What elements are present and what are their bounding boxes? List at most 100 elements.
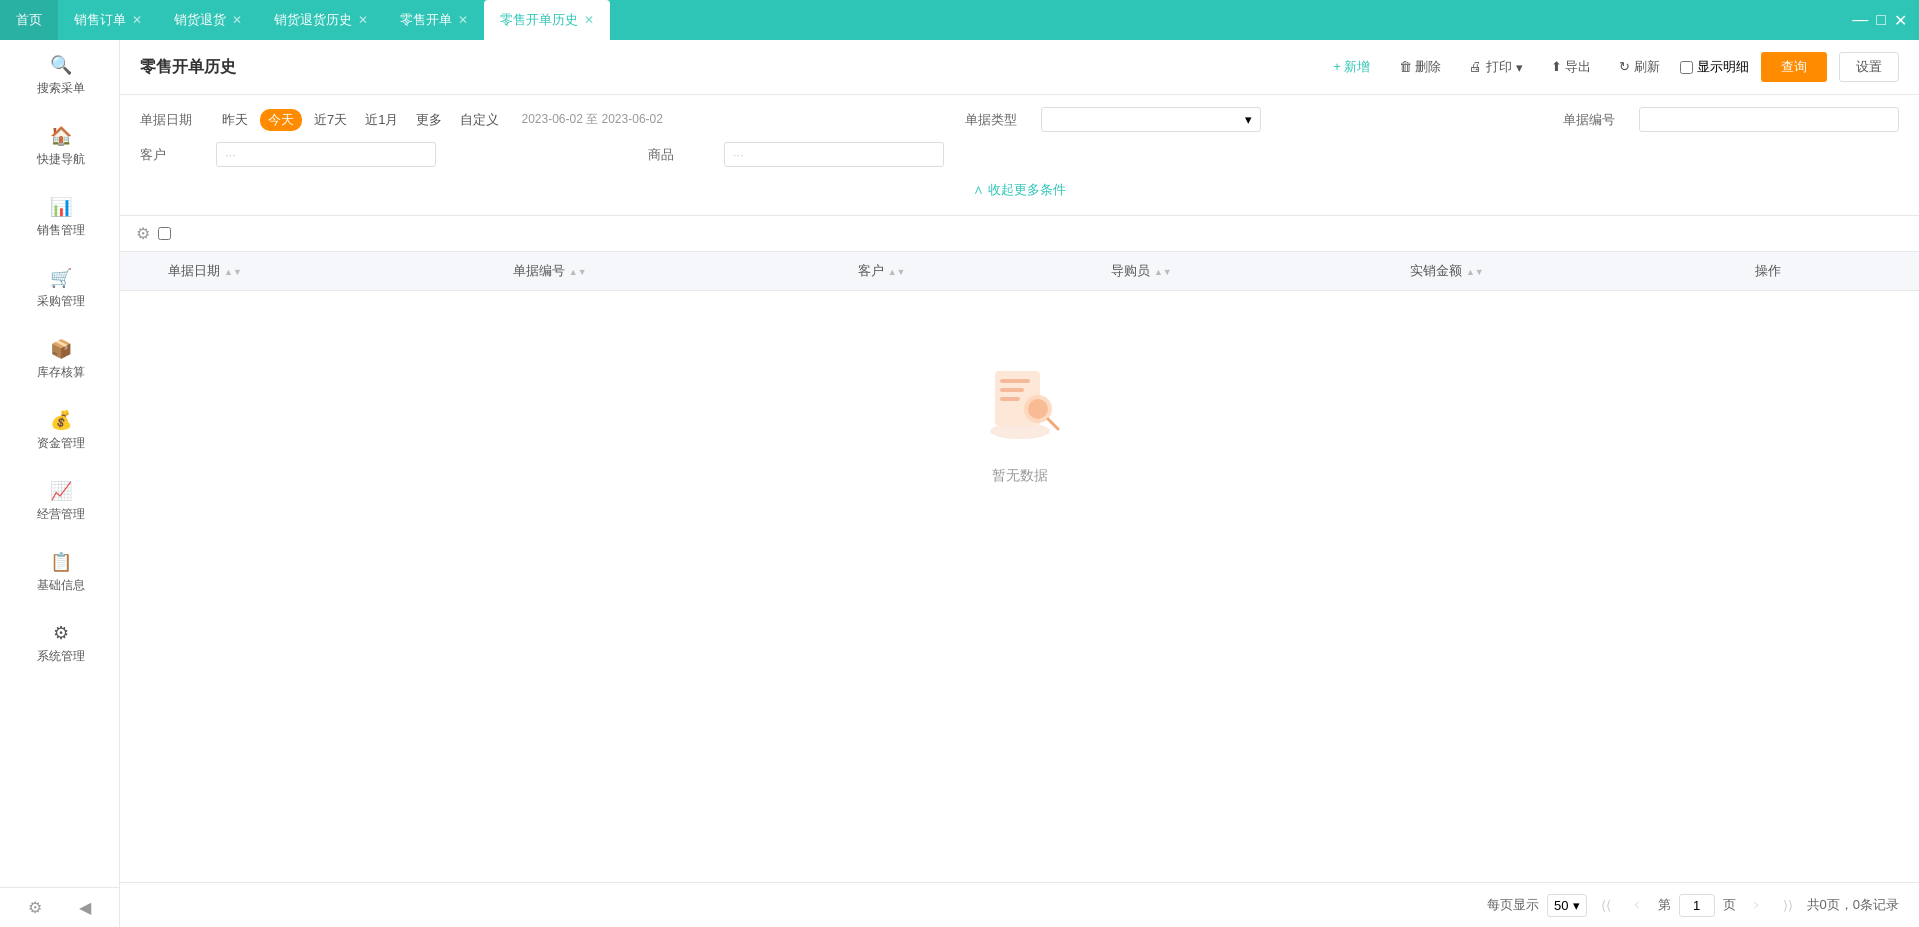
nav-tab-销货退货[interactable]: 销货退货 ✕ — [158, 0, 258, 40]
table-toolbar: ⚙ — [120, 216, 1919, 252]
pagination: 每页显示 50 ▾ ⟨⟨ ﹤ 第 1 页 ﹥ ⟩⟩ 共0页，0条记录 — [120, 882, 1919, 927]
date-label: 单据日期 — [140, 111, 200, 129]
collapse-btn[interactable]: ∧ 收起更多条件 — [140, 177, 1899, 203]
tab-close-icon[interactable]: ✕ — [584, 13, 594, 27]
sort-icon[interactable]: ▲▼ — [224, 267, 242, 277]
nav-tab-label: 销货退货 — [174, 11, 226, 29]
sidebar-item-4[interactable]: 📦 库存核算 — [0, 324, 119, 395]
nav-tabs: 首页销售订单✕销货退货✕销货退货历史✕零售开单✕零售开单历史✕ — [0, 0, 1840, 40]
per-page-select[interactable]: 50 ▾ — [1547, 894, 1586, 917]
sidebar: 🔍 搜索采单 🏠 快捷导航 📊 销售管理 🛒 采购管理 📦 库存核算 💰 资金管… — [0, 40, 120, 927]
display-col-toggle[interactable]: 显示明细 — [1680, 58, 1749, 76]
nav-tab-label: 首页 — [16, 11, 42, 29]
next-page-btn[interactable]: ﹥ — [1744, 893, 1769, 917]
sidebar-icon-2: 📊 — [50, 196, 72, 218]
col-label: 单据编号 — [513, 263, 565, 278]
col-单据日期: 单据日期 ▲▼ — [156, 252, 501, 291]
sidebar-item-1[interactable]: 🏠 快捷导航 — [0, 111, 119, 182]
empty-text: 暂无数据 — [992, 467, 1048, 485]
product-label: 商品 — [648, 146, 708, 164]
per-page-value: 50 — [1554, 898, 1568, 913]
first-page-btn[interactable]: ⟨⟨ — [1595, 895, 1617, 916]
data-table: 单据日期▲▼单据编号▲▼客户▲▼导购员▲▼实销金额▲▼操作 — [120, 252, 1919, 291]
empty-icon — [970, 351, 1070, 451]
last-page-btn[interactable]: ⟩⟩ — [1777, 895, 1799, 916]
delete-button[interactable]: 🗑 删除 — [1391, 54, 1450, 80]
date-opt-今天[interactable]: 今天 — [260, 109, 302, 131]
sidebar-item-5[interactable]: 💰 资金管理 — [0, 395, 119, 466]
sort-icon[interactable]: ▲▼ — [1154, 267, 1172, 277]
date-opt-近1月[interactable]: 近1月 — [359, 109, 404, 131]
display-col-checkbox[interactable] — [1680, 61, 1693, 74]
nav-tab-销货退货历史[interactable]: 销货退货历史✕ — [258, 0, 384, 40]
prev-page-btn[interactable]: ﹤ — [1625, 893, 1650, 917]
doc-no-label: 单据编号 — [1563, 111, 1623, 129]
header-actions: + 新增 🗑 删除 🖨 打印 ▾ ⬆ 导出 ↻ 刷新 显示明细 查询 设置 — [1325, 52, 1899, 82]
sidebar-item-0[interactable]: 🔍 搜索采单 — [0, 40, 119, 111]
doc-type-dropdown-icon: ▾ — [1245, 112, 1252, 127]
tab-close-icon[interactable]: ✕ — [132, 13, 142, 27]
sidebar-item-3[interactable]: 🛒 采购管理 — [0, 253, 119, 324]
sidebar-icon-8: ⚙ — [53, 622, 69, 644]
svg-line-7 — [1048, 419, 1058, 429]
sidebar-item-8[interactable]: ⚙ 系统管理 — [0, 608, 119, 679]
date-options: 昨天今天近7天近1月更多自定义 — [216, 109, 505, 131]
customer-select[interactable]: ··· — [216, 142, 436, 167]
nav-tab-零售开单[interactable]: 零售开单 ✕ — [384, 0, 484, 40]
sort-icon[interactable]: ▲▼ — [1466, 267, 1484, 277]
sidebar-label-1: 快捷导航 — [37, 151, 85, 168]
total-text: 共0页，0条记录 — [1807, 896, 1899, 914]
table-settings-icon[interactable]: ⚙ — [136, 224, 150, 243]
refresh-button[interactable]: ↻ 刷新 — [1611, 54, 1668, 80]
display-col-label: 显示明细 — [1697, 58, 1749, 76]
tab-close-icon[interactable]: ✕ — [458, 13, 468, 27]
sidebar-label-2: 销售管理 — [37, 222, 85, 239]
sort-icon[interactable]: ▲▼ — [888, 267, 906, 277]
page-word: 第 — [1658, 896, 1671, 914]
sidebar-collapse-icon[interactable]: ◀ — [79, 898, 91, 917]
filter-area: 单据日期 昨天今天近7天近1月更多自定义 2023-06-02 至 2023-0… — [120, 95, 1919, 216]
sidebar-settings-icon[interactable]: ⚙ — [28, 898, 42, 917]
nav-tab-label: 零售开单 — [400, 11, 452, 29]
add-button[interactable]: + 新增 — [1325, 54, 1378, 80]
query-button[interactable]: 查询 — [1761, 52, 1827, 82]
doc-type-select[interactable]: ▾ — [1041, 107, 1261, 132]
nav-tab-销售订单[interactable]: 销售订单 ✕ — [58, 0, 158, 40]
settings-button[interactable]: 设置 — [1839, 52, 1899, 82]
nav-tab-首页[interactable]: 首页 — [0, 0, 58, 40]
date-opt-近7天[interactable]: 近7天 — [308, 109, 353, 131]
print-button[interactable]: 🖨 打印 ▾ — [1461, 54, 1531, 80]
date-range: 2023-06-02 至 2023-06-02 — [521, 111, 662, 128]
doc-type-label: 单据类型 — [965, 111, 1025, 129]
page-unit: 页 — [1723, 896, 1736, 914]
col-label: 单据日期 — [168, 263, 220, 278]
page-input[interactable]: 1 — [1679, 894, 1715, 917]
customer-placeholder: ··· — [225, 147, 236, 162]
date-opt-更多[interactable]: 更多 — [410, 109, 448, 131]
export-button[interactable]: ⬆ 导出 — [1543, 54, 1600, 80]
sort-icon[interactable]: ▲▼ — [569, 267, 587, 277]
date-opt-自定义[interactable]: 自定义 — [454, 109, 505, 131]
nav-tab-零售开单历史[interactable]: 零售开单历史✕ — [484, 0, 610, 40]
nav-tab-label: 销售订单 — [74, 11, 126, 29]
window-close-icon[interactable]: ✕ — [1894, 11, 1907, 30]
sidebar-item-7[interactable]: 📋 基础信息 — [0, 537, 119, 608]
svg-rect-3 — [1000, 388, 1024, 392]
tab-close-icon[interactable]: ✕ — [358, 13, 368, 27]
tab-close-icon[interactable]: ✕ — [232, 13, 242, 27]
window-max-icon[interactable]: □ — [1876, 11, 1886, 29]
product-select[interactable]: ··· — [724, 142, 944, 167]
window-min-icon[interactable]: — — [1852, 11, 1868, 29]
sidebar-icon-6: 📈 — [50, 480, 72, 502]
product-placeholder: ··· — [733, 147, 744, 162]
sidebar-item-2[interactable]: 📊 销售管理 — [0, 182, 119, 253]
col-label: 实销金额 — [1410, 263, 1462, 278]
doc-no-input[interactable] — [1639, 107, 1899, 132]
sidebar-item-6[interactable]: 📈 经营管理 — [0, 466, 119, 537]
print-label: 🖨 打印 — [1469, 58, 1512, 76]
col-label: 客户 — [858, 263, 884, 278]
sidebar-icon-5: 💰 — [50, 409, 72, 431]
table-header-row: 单据日期▲▼单据编号▲▼客户▲▼导购员▲▼实销金额▲▼操作 — [120, 252, 1919, 291]
select-all-checkbox[interactable] — [158, 227, 171, 240]
date-opt-昨天[interactable]: 昨天 — [216, 109, 254, 131]
